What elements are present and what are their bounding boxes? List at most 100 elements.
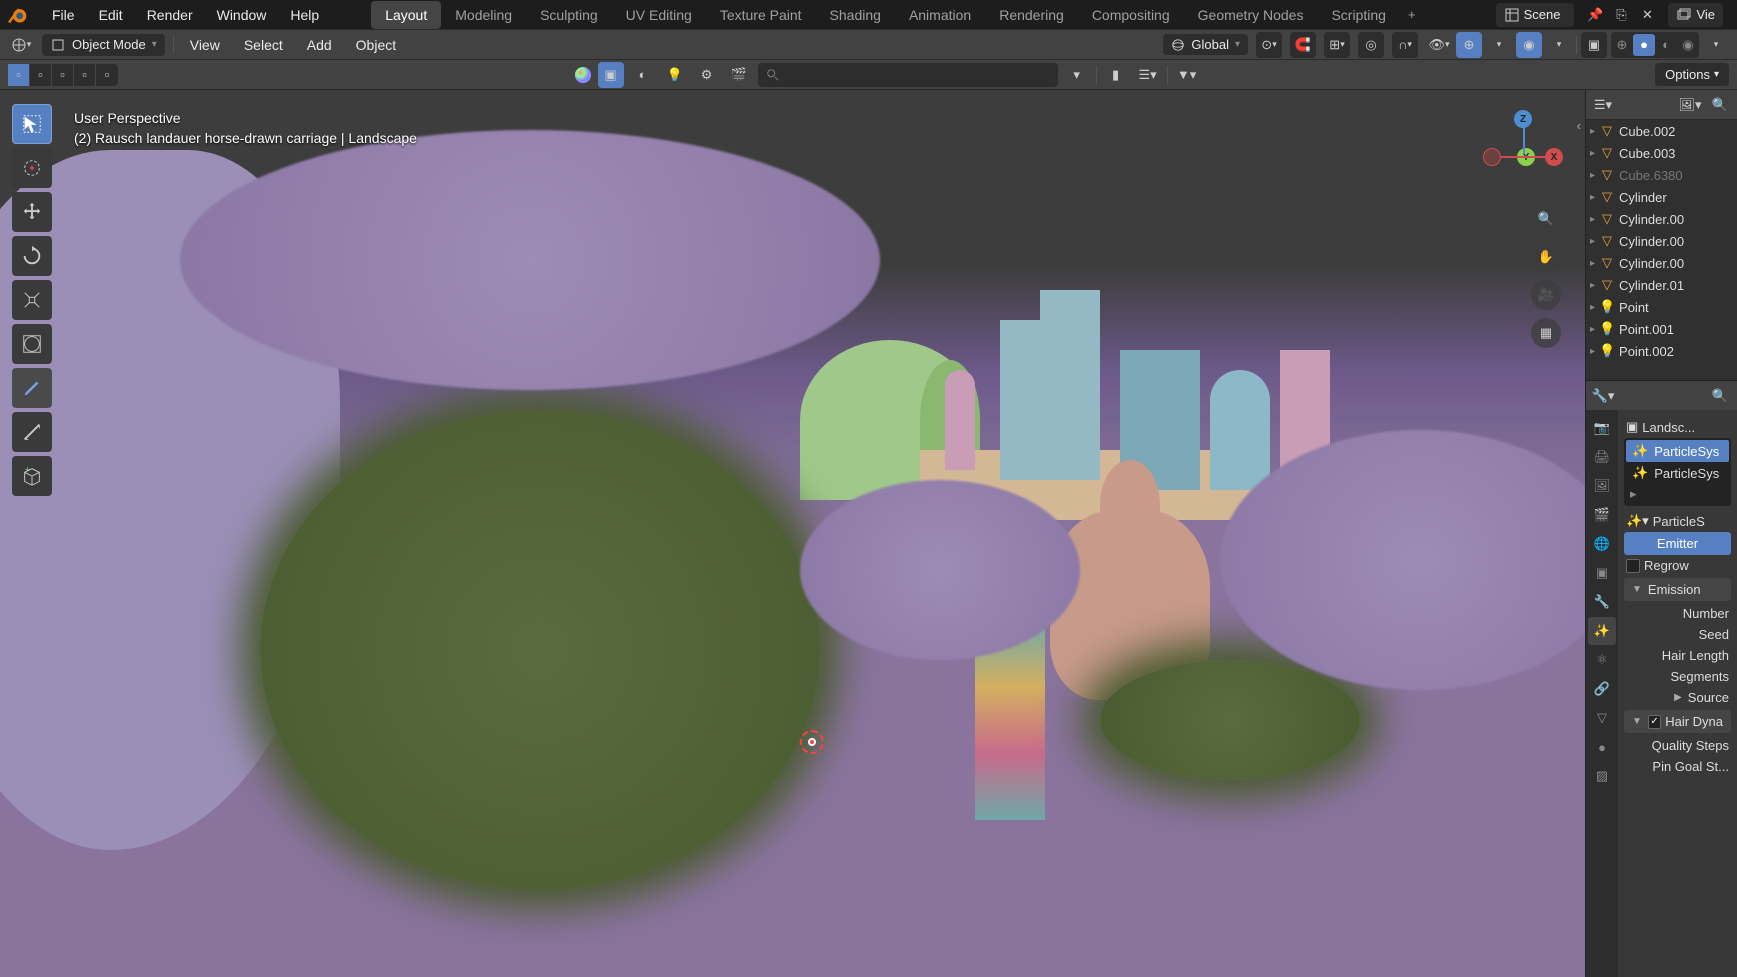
tool-annotate[interactable] <box>12 368 52 408</box>
menu-select[interactable]: Select <box>236 34 291 56</box>
xray-toggle-icon[interactable]: ▣ <box>1581 32 1607 58</box>
outliner[interactable]: ▸▽Cube.002▸▽Cube.003▸▽Cube.6380▸▽Cylinde… <box>1586 120 1737 380</box>
sidebar-collapse-icon[interactable]: ‹ <box>1577 118 1581 133</box>
pin-scene-icon[interactable]: 📌 <box>1584 4 1606 26</box>
proportional-edit-icon[interactable]: ◎ <box>1358 32 1384 58</box>
gizmo-dropdown-icon[interactable]: ▾ <box>1486 32 1512 58</box>
outliner-row[interactable]: ▸▽Cylinder.00 <box>1586 208 1737 230</box>
number-field[interactable]: Number <box>1624 603 1731 624</box>
expand-icon[interactable]: ▸ <box>1590 236 1595 247</box>
outliner-row[interactable]: ▸💡Point.001 <box>1586 318 1737 340</box>
outliner-row[interactable]: ▸▽Cylinder.00 <box>1586 230 1737 252</box>
viewport-3d[interactable]: + User Perspective (2) Rausch landauer h… <box>0 90 1585 977</box>
source-panel-header[interactable]: ▶Source <box>1624 687 1731 708</box>
outliner-row[interactable]: ▸▽Cube.003 <box>1586 142 1737 164</box>
scene-selector[interactable]: Scene <box>1496 3 1575 27</box>
tab-shading[interactable]: Shading <box>816 1 895 29</box>
tab-layout[interactable]: Layout <box>371 1 441 29</box>
tool-measure[interactable] <box>12 412 52 452</box>
tool-scale[interactable] <box>12 280 52 320</box>
tab-animation[interactable]: Animation <box>895 1 985 29</box>
tab-compositing[interactable]: Compositing <box>1078 1 1184 29</box>
regrow-checkbox-row[interactable]: Regrow <box>1624 555 1731 576</box>
outliner-view-icon[interactable]: 🖼▾ <box>1677 92 1703 118</box>
select-extend-icon[interactable]: ▫ <box>30 64 52 86</box>
visibility-icon[interactable]: 👁▾ <box>1426 32 1452 58</box>
ps-settings-selector[interactable]: ✨▾ ParticleS <box>1624 510 1731 532</box>
pivot-point-icon[interactable]: ⊙▾ <box>1256 32 1282 58</box>
effects-icon[interactable]: 🎬 <box>726 62 752 88</box>
tool-move[interactable] <box>12 192 52 232</box>
ptab-object[interactable]: ▣ <box>1588 559 1616 587</box>
outliner-row[interactable]: ▸▽Cylinder <box>1586 186 1737 208</box>
ptab-viewlayer[interactable]: 🖼 <box>1588 472 1616 500</box>
tab-texture-paint[interactable]: Texture Paint <box>706 1 816 29</box>
menu-view[interactable]: View <box>182 34 228 56</box>
snap-toggle-icon[interactable]: 🧲 <box>1290 32 1316 58</box>
ptab-constraints[interactable]: 🔗 <box>1588 675 1616 703</box>
select-new-icon[interactable]: ▫ <box>8 64 30 86</box>
ptab-texture[interactable]: ▨ <box>1588 762 1616 790</box>
menu-edit[interactable]: Edit <box>87 2 135 28</box>
ptab-world[interactable]: 🌐 <box>1588 530 1616 558</box>
menu-file[interactable]: File <box>40 2 87 28</box>
ptab-render[interactable]: 📷 <box>1588 414 1616 442</box>
menu-window[interactable]: Window <box>205 2 279 28</box>
expand-icon[interactable]: ▸ <box>1590 346 1595 357</box>
zoom-icon[interactable]: 🔍 <box>1531 204 1561 234</box>
tab-uv-editing[interactable]: UV Editing <box>612 1 706 29</box>
tab-geometry-nodes[interactable]: Geometry Nodes <box>1184 1 1318 29</box>
snap-type-icon[interactable]: ⊞▾ <box>1324 32 1350 58</box>
filter-funnel-icon[interactable]: ▼▾ <box>1174 62 1200 88</box>
ps-item-2[interactable]: ✨ParticleSys <box>1626 462 1729 484</box>
hair-dynamics-header[interactable]: ▼Hair Dyna <box>1624 710 1731 733</box>
quality-steps-field[interactable]: Quality Steps <box>1624 735 1731 756</box>
wireframe-shade-icon[interactable]: ⊕ <box>1611 34 1633 56</box>
delete-scene-icon[interactable]: ✕ <box>1636 4 1658 26</box>
expand-icon[interactable]: ▸ <box>1590 280 1595 291</box>
expand-icon[interactable]: ▸ <box>1590 126 1595 137</box>
viewport-search[interactable] <box>758 63 1058 87</box>
overlays-toggle-icon[interactable]: ◉ <box>1516 32 1542 58</box>
shading-sphere-icon[interactable] <box>574 66 592 84</box>
segments-field[interactable]: Segments <box>1624 666 1731 687</box>
ptab-particles[interactable]: ✨ <box>1588 617 1616 645</box>
tool-cursor[interactable] <box>12 148 52 188</box>
mode-selector[interactable]: Object Mode ▾ <box>42 34 165 56</box>
pan-icon[interactable]: ✋ <box>1531 242 1561 272</box>
axis-neg-x[interactable] <box>1483 148 1501 166</box>
particle-system-list[interactable]: ✨ParticleSys ✨ParticleSys ▸ <box>1624 438 1731 506</box>
outliner-row[interactable]: ▸💡Point <box>1586 296 1737 318</box>
dropdown-icon[interactable]: ▾ <box>1064 62 1090 88</box>
ptab-physics[interactable]: ⚛ <box>1588 646 1616 674</box>
outliner-row[interactable]: ▸▽Cylinder.01 <box>1586 274 1737 296</box>
filter-selectable-icon[interactable]: ▮ <box>1103 62 1129 88</box>
filter-collection-icon[interactable]: ☰▾ <box>1135 62 1161 88</box>
editor-type-icon[interactable]: ▾ <box>8 32 34 58</box>
select-intersect-icon[interactable]: ▫ <box>96 64 118 86</box>
props-editor-icon[interactable]: 🔧▾ <box>1590 383 1616 409</box>
ps-item-1[interactable]: ✨ParticleSys <box>1626 440 1729 462</box>
orientation-selector[interactable]: Global ▾ <box>1163 34 1248 55</box>
menu-help[interactable]: Help <box>278 2 331 28</box>
ptab-material[interactable]: ● <box>1588 733 1616 761</box>
outliner-row[interactable]: ▸▽Cube.002 <box>1586 120 1737 142</box>
camera-view-icon[interactable]: 🎥 <box>1531 280 1561 310</box>
expand-icon[interactable]: ▸ <box>1590 214 1595 225</box>
hair-length-field[interactable]: Hair Length <box>1624 645 1731 666</box>
regrow-checkbox[interactable] <box>1626 559 1640 573</box>
search-input[interactable] <box>780 68 935 82</box>
emission-panel-header[interactable]: ▼Emission <box>1624 578 1731 601</box>
outliner-editor-icon[interactable]: ☰▾ <box>1590 92 1616 118</box>
lighting-icon[interactable]: 💡 <box>662 62 688 88</box>
expand-icon[interactable]: ▸ <box>1590 302 1595 313</box>
ps-expand-icon[interactable]: ▸ <box>1626 484 1729 504</box>
menu-add[interactable]: Add <box>299 34 340 56</box>
gizmo-toggle-icon[interactable]: ⊕ <box>1456 32 1482 58</box>
menu-object[interactable]: Object <box>348 34 404 56</box>
outliner-row[interactable]: ▸▽Cube.6380 <box>1586 164 1737 186</box>
expand-icon[interactable]: ▸ <box>1590 324 1595 335</box>
background-icon[interactable]: ◐ <box>630 62 656 88</box>
new-scene-icon[interactable]: ⎘ <box>1610 4 1632 26</box>
select-subtract-icon[interactable]: ▫ <box>52 64 74 86</box>
